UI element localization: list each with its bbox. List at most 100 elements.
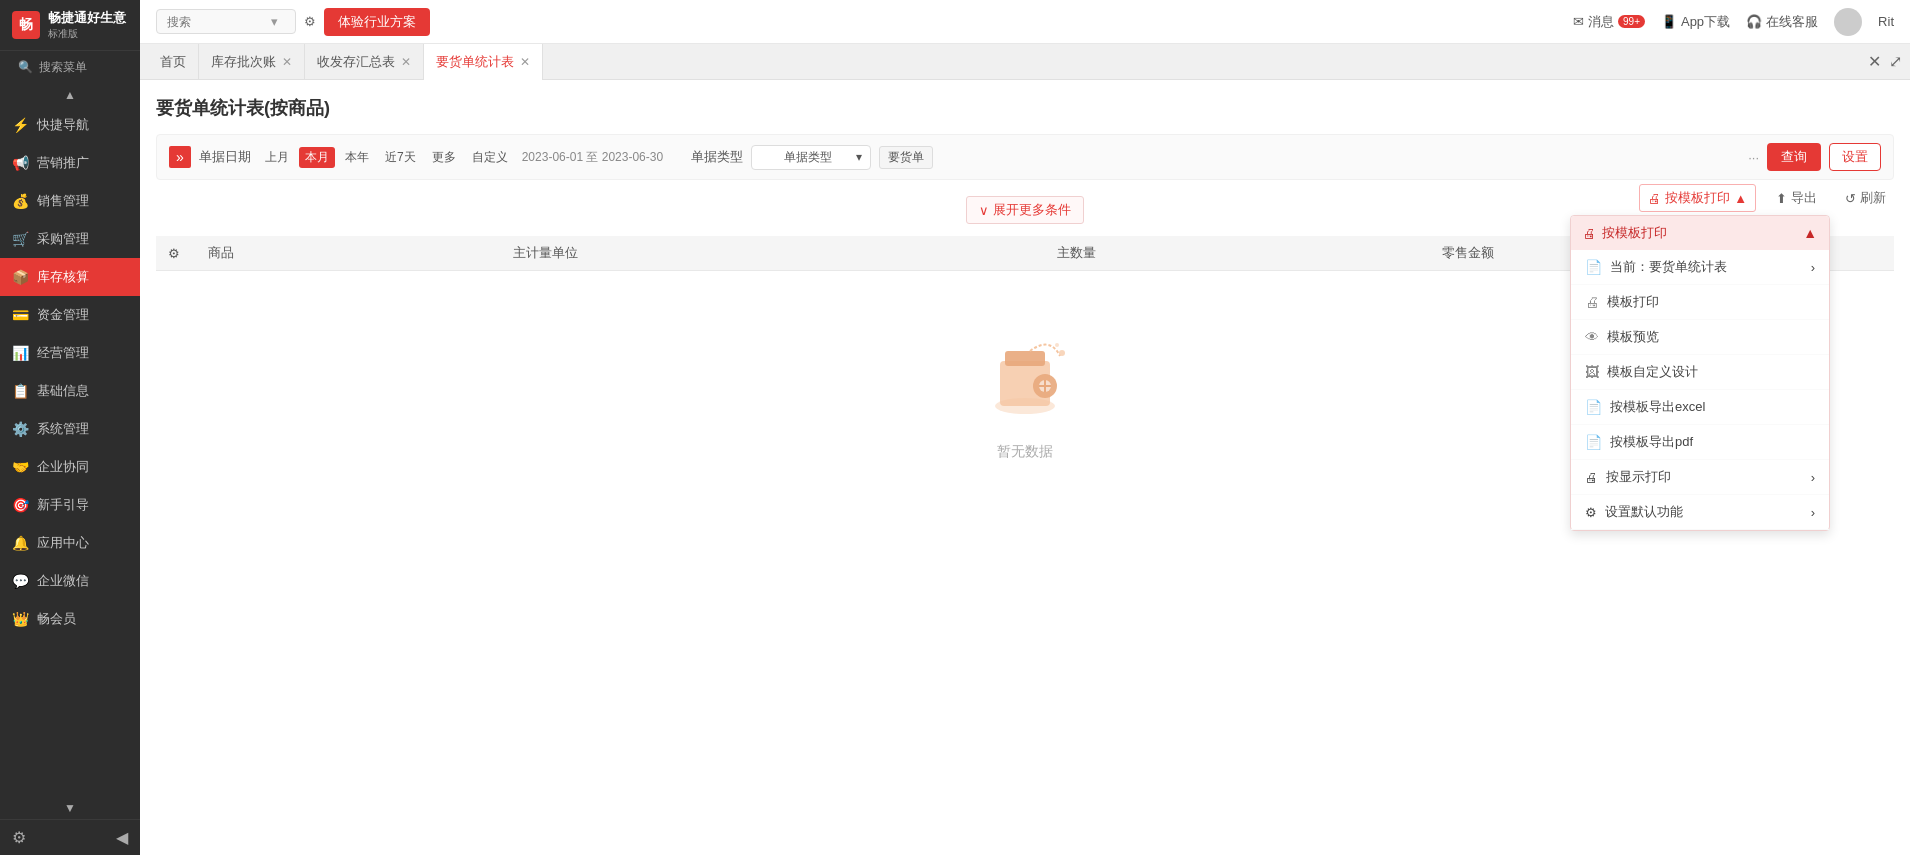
- print-template-design-item[interactable]: 🖼 模板自定义设计: [1571, 355, 1829, 390]
- sidebar-scroll-down-button[interactable]: ▼: [0, 797, 140, 819]
- sidebar-item-label: 营销推广: [37, 154, 89, 172]
- collapse-icon[interactable]: ◀: [116, 828, 128, 847]
- tab-receipt-summary-close-icon[interactable]: ✕: [401, 55, 411, 69]
- sidebar-item-label: 企业微信: [37, 572, 89, 590]
- tab-batch-account-label: 库存批次账: [211, 53, 276, 71]
- topbar-right: ✉ 消息 99+ 📱 App下载 🎧 在线客服 Rit: [1573, 8, 1894, 36]
- col-settings[interactable]: ⚙: [156, 236, 196, 271]
- username-label: Rit: [1878, 14, 1894, 29]
- query-button[interactable]: 查询: [1767, 143, 1821, 171]
- sales-icon: 💰: [12, 193, 29, 209]
- download-icon: 📱: [1661, 14, 1677, 29]
- sidebar-search[interactable]: 🔍 搜索菜单: [0, 51, 140, 84]
- sidebar-item-system[interactable]: ⚙️ 系统管理: [0, 410, 140, 448]
- export-button[interactable]: ⬆ 导出: [1768, 185, 1825, 211]
- display-print-icon: 🖨: [1585, 470, 1598, 485]
- toolbar-right: 🖨 按模板打印 ▲ ⬆ 导出 ↺ 刷新: [1639, 184, 1894, 212]
- settings-icon[interactable]: ⚙: [12, 828, 26, 847]
- tab-home-label: 首页: [160, 53, 186, 71]
- user-avatar[interactable]: [1834, 8, 1862, 36]
- sidebar-item-label: 采购管理: [37, 230, 89, 248]
- topbar-online-service[interactable]: 🎧 在线客服: [1746, 13, 1818, 31]
- date-last-7-days-button[interactable]: 近7天: [379, 147, 422, 168]
- date-custom-button[interactable]: 自定义: [466, 147, 514, 168]
- main-area: ▾ ⚙ 体验行业方案 ✉ 消息 99+ 📱 App下载 🎧 在线客服 Rit: [140, 0, 1910, 855]
- sidebar-item-marketing[interactable]: 📢 营销推广: [0, 144, 140, 182]
- topbar-search-input[interactable]: [167, 15, 267, 29]
- tabs-bar: 首页 库存批次账 ✕ 收发存汇总表 ✕ 要货单统计表 ✕ ✕ ⤢: [140, 44, 1910, 80]
- type-filter-label: 单据类型: [691, 148, 743, 166]
- display-print-label: 按显示打印: [1606, 468, 1671, 486]
- sidebar-nav: ⚡ 快捷导航 📢 营销推广 💰 销售管理 🛒 采购管理 📦 库存核算 💳 资金管…: [0, 106, 140, 797]
- date-last-month-button[interactable]: 上月: [259, 147, 295, 168]
- print-label: 按模板打印: [1665, 189, 1730, 207]
- tab-receipt-summary-label: 收发存汇总表: [317, 53, 395, 71]
- type-filter-select[interactable]: 单据类型 ▾: [751, 145, 871, 170]
- sidebar-item-wechat[interactable]: 💬 企业微信: [0, 562, 140, 600]
- default-settings-icon: ⚙: [1585, 505, 1597, 520]
- topbar-search-caret-icon: ▾: [271, 14, 278, 29]
- date-this-year-button[interactable]: 本年: [339, 147, 375, 168]
- export-label: 导出: [1791, 189, 1817, 207]
- default-settings-section[interactable]: ⚙ 设置默认功能 ›: [1571, 495, 1829, 530]
- trial-button[interactable]: 体验行业方案: [324, 8, 430, 36]
- sidebar-item-appstore[interactable]: 🔔 应用中心: [0, 524, 140, 562]
- filter-expand-button[interactable]: »: [169, 146, 191, 168]
- operations-icon: 📊: [12, 345, 29, 361]
- sidebar-item-enterprise[interactable]: 🤝 企业协同: [0, 448, 140, 486]
- sidebar-item-finance[interactable]: 💳 资金管理: [0, 296, 140, 334]
- date-this-month-button[interactable]: 本月: [299, 147, 335, 168]
- topbar-settings-icon[interactable]: ⚙: [304, 14, 316, 29]
- member-icon: 👑: [12, 611, 29, 627]
- refresh-button[interactable]: ↺ 刷新: [1837, 185, 1894, 211]
- export-icon: ⬆: [1776, 191, 1787, 206]
- tabs-close-button[interactable]: ✕: [1868, 52, 1881, 71]
- empty-state-text: 暂无数据: [997, 443, 1053, 461]
- sidebar-item-inventory[interactable]: 📦 库存核算: [0, 258, 140, 296]
- expand-more-button[interactable]: ∨ 展开更多条件: [966, 196, 1084, 224]
- tab-requisition-stats-close-icon[interactable]: ✕: [520, 55, 530, 69]
- sidebar-scroll-up-button[interactable]: ▲: [0, 84, 140, 106]
- print-template-preview-item[interactable]: 👁 模板预览: [1571, 320, 1829, 355]
- sidebar-item-operations[interactable]: 📊 经营管理: [0, 334, 140, 372]
- tabs-controls: ✕ ⤢: [1868, 52, 1902, 71]
- sidebar-item-newbie[interactable]: 🎯 新手引导: [0, 486, 140, 524]
- sidebar-item-basics[interactable]: 📋 基础信息: [0, 372, 140, 410]
- print-button[interactable]: 🖨 按模板打印 ▲: [1639, 184, 1756, 212]
- expand-icon: »: [176, 149, 184, 165]
- date-more-button[interactable]: 更多: [426, 147, 462, 168]
- print-dropdown-close-icon[interactable]: ▲: [1803, 225, 1817, 241]
- print-template-export-excel-item[interactable]: 📄 按模板导出excel: [1571, 390, 1829, 425]
- type-filter-chevron-icon: ▾: [856, 150, 862, 164]
- sidebar-item-member[interactable]: 👑 畅会员: [0, 600, 140, 638]
- default-settings-label: 设置默认功能: [1605, 503, 1683, 521]
- topbar-app-download[interactable]: 📱 App下载: [1661, 13, 1730, 31]
- tab-batch-account[interactable]: 库存批次账 ✕: [199, 44, 305, 80]
- display-print-section[interactable]: 🖨 按显示打印 ›: [1571, 460, 1829, 495]
- current-template-label: 当前：要货单统计表: [1610, 258, 1727, 276]
- sidebar-item-purchase[interactable]: 🛒 采购管理: [0, 220, 140, 258]
- tab-requisition-stats[interactable]: 要货单统计表 ✕: [424, 44, 543, 80]
- page-title: 要货单统计表(按商品): [156, 96, 1894, 120]
- col-product: 商品: [196, 236, 501, 271]
- extra-filter-chip: 要货单: [879, 146, 933, 169]
- sidebar-item-label: 企业协同: [37, 458, 89, 476]
- sidebar-item-label: 应用中心: [37, 534, 89, 552]
- topbar-search-box[interactable]: ▾: [156, 9, 296, 34]
- print-template-print-item[interactable]: 🖨 模板打印: [1571, 285, 1829, 320]
- tab-batch-account-close-icon[interactable]: ✕: [282, 55, 292, 69]
- sidebar-item-sales[interactable]: 💰 销售管理: [0, 182, 140, 220]
- topbar-message[interactable]: ✉ 消息 99+: [1573, 13, 1645, 31]
- print-template-export-pdf-item[interactable]: 📄 按模板导出pdf: [1571, 425, 1829, 460]
- message-badge: 99+: [1618, 15, 1645, 28]
- settings-button[interactable]: 设置: [1829, 143, 1881, 171]
- current-template-icon: 📄: [1585, 259, 1602, 275]
- tabs-expand-button[interactable]: ⤢: [1889, 52, 1902, 71]
- tab-receipt-summary[interactable]: 收发存汇总表 ✕: [305, 44, 424, 80]
- print-current-template-item[interactable]: 📄 当前：要货单统计表 ›: [1571, 250, 1829, 285]
- purchase-icon: 🛒: [12, 231, 29, 247]
- current-template-chevron-icon: ›: [1811, 260, 1815, 275]
- sidebar-item-quick-nav[interactable]: ⚡ 快捷导航: [0, 106, 140, 144]
- tab-home[interactable]: 首页: [148, 44, 199, 80]
- toolbar-more-icon[interactable]: ···: [1748, 150, 1759, 165]
